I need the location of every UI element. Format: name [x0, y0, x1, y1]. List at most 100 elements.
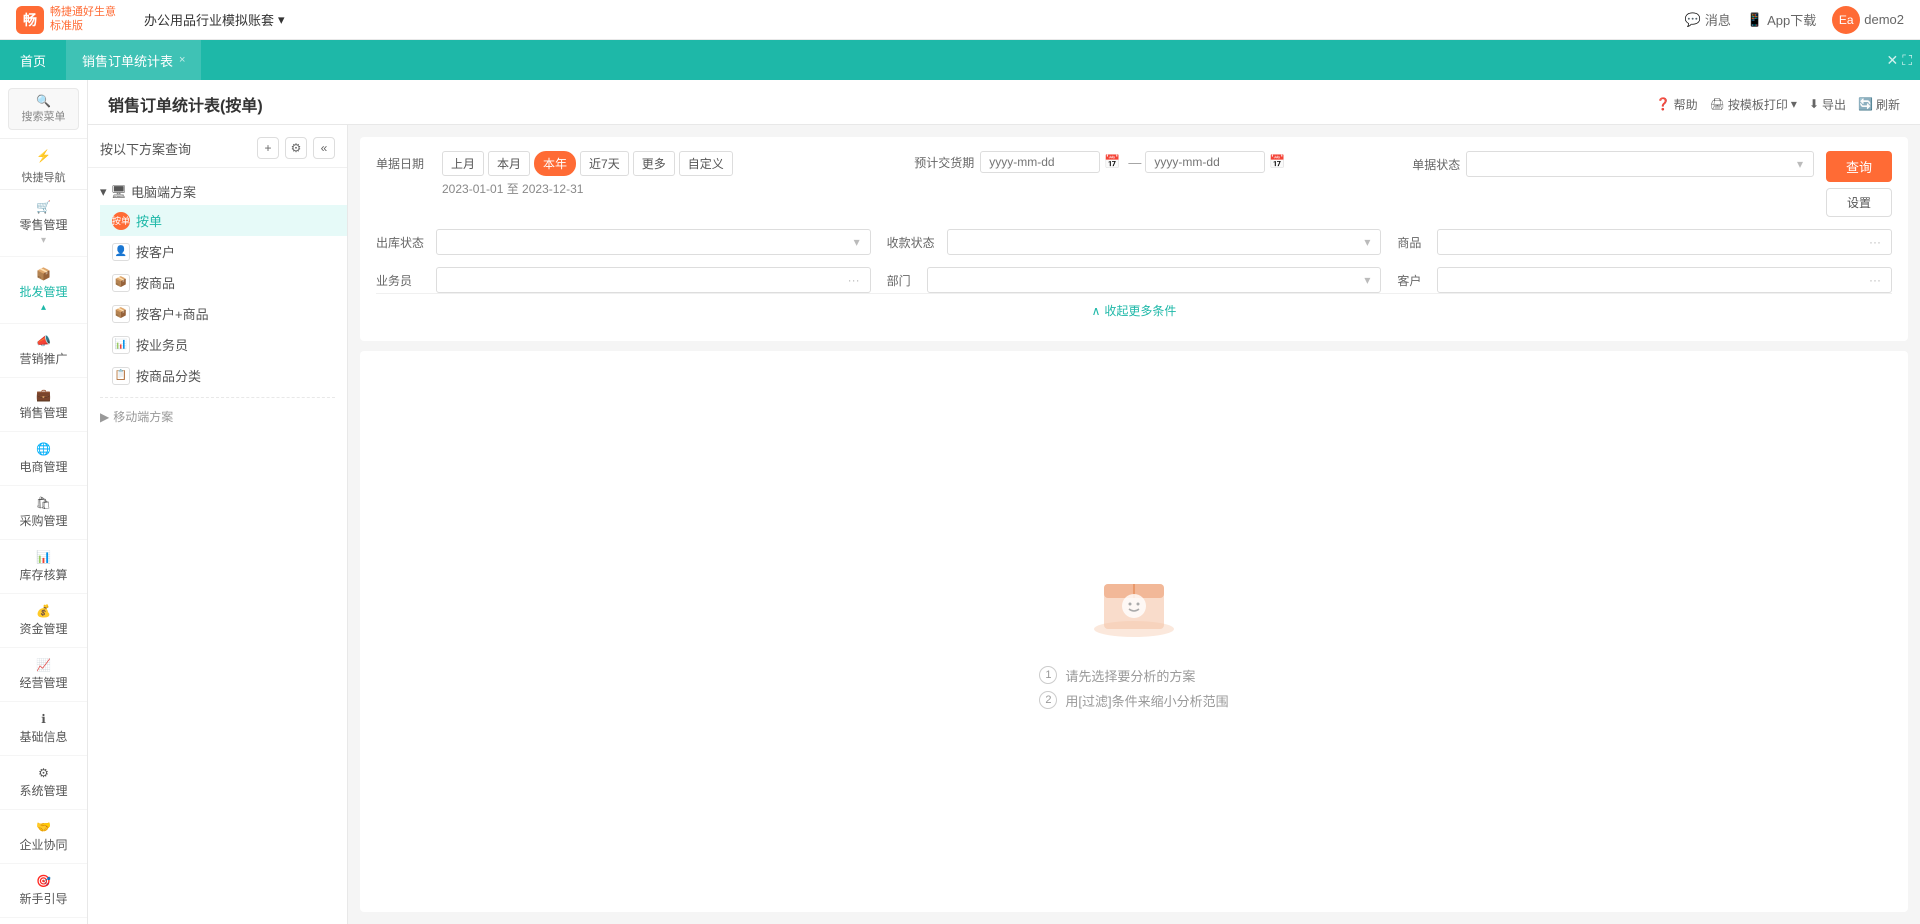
sidebar-item-apps[interactable]: 🧩 应用中心: [0, 918, 87, 924]
tree-item-by-salesman[interactable]: 📊 按业务员: [100, 329, 347, 360]
sidebar-menu: 🛒 零售管理 ▾ 📦 批发管理 ▴ 📣 营销推广 💼 销售管理 🌐 电商管理: [0, 190, 87, 924]
ship-status-dropdown[interactable]: ▾: [436, 229, 871, 255]
empty-hints: 1 请先选择要分析的方案 2 用[过滤]条件来缩小分析范围: [1039, 666, 1228, 710]
salesman-label: 业务员: [376, 272, 436, 289]
message-icon: 💬: [1685, 12, 1701, 28]
help-button[interactable]: ❓ 帮助: [1656, 96, 1698, 113]
app-download-button[interactable]: 📱 App下载: [1747, 10, 1816, 29]
date-btn-last-month[interactable]: 上月: [442, 151, 484, 176]
left-panel-controls: + ⚙ «: [257, 137, 335, 159]
newbie-icon: 🎯: [36, 874, 51, 888]
avatar: Ea: [1832, 6, 1860, 34]
tab-close-icon[interactable]: ×: [179, 54, 185, 66]
sidebar: 🔍 搜索菜单 ⚡ 快捷导航 🛒 零售管理 ▾ 📦 批发管理 ▴ 📣 营销推广: [0, 80, 88, 924]
date-btn-7days[interactable]: 近7天: [580, 151, 629, 176]
tree-item-by-order[interactable]: 按单 按单: [100, 205, 347, 236]
tree-parent-pc[interactable]: ▾ 🖥 电脑端方案: [88, 176, 347, 205]
customer-input[interactable]: ···: [1437, 267, 1892, 293]
company-selector[interactable]: 办公用品行业模拟账套 ▾: [144, 10, 285, 29]
sidebar-item-sales[interactable]: 💼 销售管理: [0, 378, 87, 432]
receipt-dropdown-arrow: ▾: [1364, 235, 1370, 249]
collapse-panel-button[interactable]: «: [313, 137, 335, 159]
status-dropdown[interactable]: ▾: [1466, 151, 1814, 177]
mobile-expand-icon: ▶: [100, 410, 109, 424]
search-menu-label: 搜索菜单: [14, 108, 73, 124]
tree-section-pc: ▾ 🖥 电脑端方案 按单 按单 👤 按客户: [88, 168, 347, 437]
date-btn-custom[interactable]: 自定义: [679, 151, 733, 176]
goods-input[interactable]: ···: [1437, 229, 1892, 255]
nav-right-controls: ✕ ⛶: [1886, 52, 1920, 69]
by-category-icon: 📋: [112, 367, 130, 385]
page-header-actions: ❓ 帮助 🖨 按模板打印 ▾ ⬇ 导出 🔄 刷新: [1656, 96, 1900, 113]
basic-icon: ℹ: [41, 712, 46, 726]
sidebar-item-system[interactable]: ⚙ 系统管理: [0, 756, 87, 810]
empty-state: 1 请先选择要分析的方案 2 用[过滤]条件来缩小分析范围: [360, 351, 1908, 912]
date-btn-more[interactable]: 更多: [633, 151, 675, 176]
template-print-arrow: ▾: [1791, 97, 1797, 111]
salesman-input[interactable]: ···: [436, 267, 871, 293]
sidebar-item-marketing[interactable]: 📣 营销推广: [0, 324, 87, 378]
tab-sales-stat-label: 销售订单统计表: [82, 51, 173, 70]
settings-button[interactable]: 设置: [1826, 188, 1892, 217]
sidebar-item-newbie[interactable]: 🎯 新手引导: [0, 864, 87, 918]
app-download-icon: 📱: [1747, 12, 1763, 28]
collapse-more-button[interactable]: ∧ 收起更多条件: [376, 293, 1892, 327]
sidebar-item-inventory[interactable]: 📊 库存核算: [0, 540, 87, 594]
date-btn-this-year[interactable]: 本年: [534, 151, 576, 176]
window-maximize-icon[interactable]: ⛶: [1902, 52, 1912, 69]
message-button[interactable]: 💬 消息: [1685, 10, 1731, 29]
user-area[interactable]: Ea demo2: [1832, 6, 1904, 34]
tree-item-by-goods[interactable]: 📦 按商品: [100, 267, 347, 298]
expected-date-start-input[interactable]: [980, 151, 1100, 173]
sidebar-item-retail[interactable]: 🛒 零售管理 ▾: [0, 190, 87, 257]
refresh-icon: 🔄: [1858, 97, 1873, 111]
window-close-icon[interactable]: ✕: [1886, 52, 1898, 69]
left-panel-title: 按以下方案查询: [100, 139, 191, 158]
status-label: 单据状态: [1412, 156, 1460, 173]
tree-item-by-customer[interactable]: 👤 按客户: [100, 236, 347, 267]
status-dropdown-arrow: ▾: [1797, 157, 1803, 171]
refresh-button[interactable]: 🔄 刷新: [1858, 96, 1900, 113]
sidebar-item-wholesale[interactable]: 📦 批发管理 ▴: [0, 257, 87, 324]
goods-label: 商品: [1397, 234, 1437, 251]
tree-item-by-customer-goods[interactable]: 📦 按客户+商品: [100, 298, 347, 329]
search-icon: 🔍: [36, 94, 51, 108]
mobile-section-label[interactable]: ▶ 移动端方案: [88, 404, 347, 429]
scheme-settings-button[interactable]: ⚙: [285, 137, 307, 159]
filter-row-3: 业务员 ··· 部门 ▾: [376, 267, 1892, 293]
template-print-button[interactable]: 🖨 按模板打印 ▾: [1710, 96, 1797, 113]
customer-dots: ···: [1869, 273, 1881, 287]
date-btn-this-month[interactable]: 本月: [488, 151, 530, 176]
receipt-status-dropdown[interactable]: ▾: [947, 229, 1382, 255]
collapse-icon: ∧: [1092, 304, 1101, 318]
app-download-label: App下载: [1767, 10, 1816, 29]
finance-icon: 💰: [36, 604, 51, 618]
add-scheme-button[interactable]: +: [257, 137, 279, 159]
search-menu-button[interactable]: 🔍 搜索菜单: [8, 88, 79, 130]
sidebar-item-purchase[interactable]: 🛍 采购管理: [0, 486, 87, 540]
tab-sales-stat[interactable]: 销售订单统计表 ×: [66, 40, 201, 80]
ecommerce-icon: 🌐: [36, 442, 51, 456]
tab-home[interactable]: 首页: [0, 40, 66, 80]
receipt-status-filter: 收款状态 ▾: [871, 229, 1382, 255]
query-button[interactable]: 查询: [1826, 151, 1892, 182]
date-buttons: 上月 本月 本年 近7天 更多 自定义: [442, 151, 733, 176]
retail-icon: 🛒: [36, 200, 51, 214]
sidebar-item-basic[interactable]: ℹ 基础信息: [0, 702, 87, 756]
quick-nav-item[interactable]: ⚡ 快捷导航: [0, 139, 87, 190]
sidebar-item-operations[interactable]: 📈 经营管理: [0, 648, 87, 702]
export-button[interactable]: ⬇ 导出: [1809, 96, 1846, 113]
enterprise-icon: 🤝: [36, 820, 51, 834]
dept-dropdown[interactable]: ▾: [927, 267, 1382, 293]
sidebar-item-ecommerce[interactable]: 🌐 电商管理: [0, 432, 87, 486]
tree-item-by-category[interactable]: 📋 按商品分类: [100, 360, 347, 391]
main-layout: 🔍 搜索菜单 ⚡ 快捷导航 🛒 零售管理 ▾ 📦 批发管理 ▴ 📣 营销推广: [0, 80, 1920, 924]
page-title: 销售订单统计表(按单): [108, 92, 263, 116]
sidebar-item-enterprise[interactable]: 🤝 企业协同: [0, 810, 87, 864]
customer-label: 客户: [1397, 272, 1437, 289]
filter-row-2: 出库状态 ▾ 收款状态 ▾: [376, 229, 1892, 255]
sidebar-item-finance[interactable]: 💰 资金管理: [0, 594, 87, 648]
empty-hint-2: 2 用[过滤]条件来缩小分析范围: [1039, 691, 1228, 710]
filter-area: 单据日期 上月 本月 本年 近7天 更多 自定义: [360, 137, 1908, 341]
expected-date-end-input[interactable]: [1145, 151, 1265, 173]
